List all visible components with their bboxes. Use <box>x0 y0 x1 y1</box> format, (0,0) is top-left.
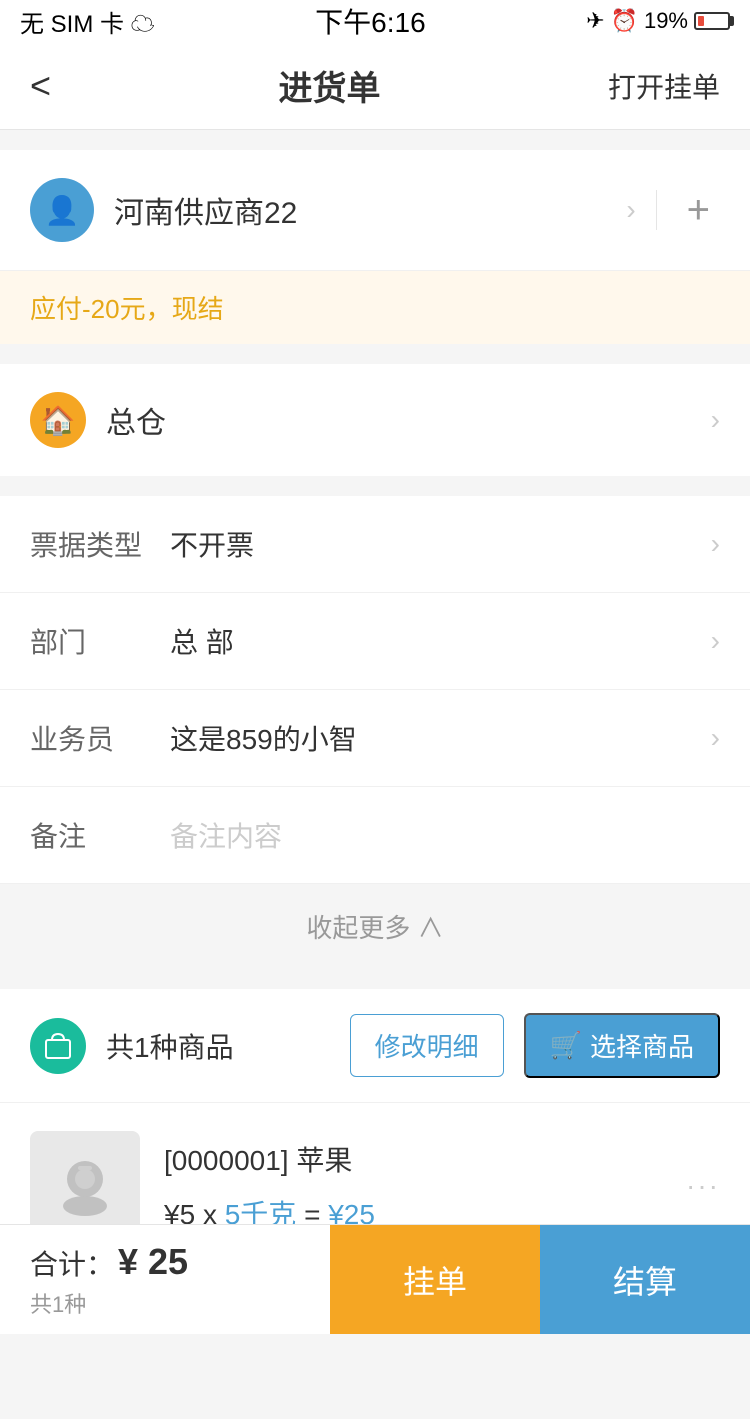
total-row: 合计： ¥ 25 <box>30 1241 300 1283</box>
sim-signal: 无 SIM 卡 ☁ <box>20 4 155 39</box>
chevron-right-icon-3: › <box>711 528 720 560</box>
remark-row[interactable]: 备注 备注内容 <box>0 787 750 884</box>
products-count: 共1种商品 <box>106 1026 350 1066</box>
ticket-type-label: 票据类型 <box>30 524 150 564</box>
status-left: 无 SIM 卡 ☁ <box>20 4 155 39</box>
total-label: 合计： <box>30 1243 114 1283</box>
suspend-button[interactable]: 挂单 <box>330 1225 540 1334</box>
collapse-label: 收起更多 ∧ <box>306 913 443 943</box>
dept-label: 部门 <box>30 621 150 661</box>
total-section: 合计： ¥ 25 共1种 <box>0 1225 330 1334</box>
dept-row[interactable]: 部门 总 部 › <box>0 593 750 690</box>
section-gap-1 <box>0 130 750 150</box>
suspend-label: 挂单 <box>403 1257 467 1303</box>
back-button[interactable]: < <box>30 65 51 107</box>
total-amount: ¥ 25 <box>118 1241 188 1283</box>
supplier-avatar: 👤 <box>30 178 94 242</box>
modify-detail-button[interactable]: 修改明细 <box>350 1014 504 1077</box>
cart-icon: 🛒 <box>550 1030 582 1061</box>
chevron-right-icon-2: › <box>711 404 720 436</box>
ticket-type-row[interactable]: 票据类型 不开票 › <box>0 496 750 593</box>
warehouse-row[interactable]: 🏠 总仓 › <box>0 364 750 476</box>
products-icon <box>30 1018 86 1074</box>
nav-bar: < 进货单 打开挂单 <box>0 42 750 130</box>
status-time: 下午6:16 <box>315 1 426 41</box>
select-product-label: 选择商品 <box>590 1027 694 1064</box>
form-card: 票据类型 不开票 › 部门 总 部 › 业务员 这是859的小智 › 备注 备注… <box>0 496 750 884</box>
chevron-right-icon-5: › <box>711 722 720 754</box>
dept-value: 总 部 <box>170 621 711 661</box>
product-title: 苹果 <box>296 1145 352 1176</box>
more-options-button[interactable]: ··· <box>686 1170 720 1202</box>
supplier-card: 👤 河南供应商22 › + 应付-20元，现结 <box>0 150 750 344</box>
status-bar: 无 SIM 卡 ☁ 下午6:16 ✈ ⏰ 19% <box>0 0 750 42</box>
section-gap-3 <box>0 476 750 496</box>
warehouse-card: 🏠 总仓 › <box>0 364 750 476</box>
product-name: [0000001] 苹果 <box>164 1139 662 1179</box>
section-gap-2 <box>0 344 750 364</box>
chevron-right-icon: › <box>626 194 635 226</box>
select-product-button[interactable]: 🛒 选择商品 <box>524 1013 720 1078</box>
location-icon: ✈ <box>586 8 604 34</box>
warehouse-icon: 🏠 <box>30 392 86 448</box>
battery-percent: 19% <box>644 8 688 34</box>
alarm-icon: ⏰ <box>611 8 638 34</box>
add-supplier-button[interactable]: + <box>677 188 720 233</box>
page-title: 进货单 <box>279 61 381 110</box>
chevron-right-icon-4: › <box>711 625 720 657</box>
avatar-icon: 👤 <box>45 194 80 227</box>
warehouse-name: 总仓 <box>106 398 711 442</box>
sales-row[interactable]: 业务员 这是859的小智 › <box>0 690 750 787</box>
bottom-bar: 合计： ¥ 25 共1种 挂单 结算 <box>0 1224 750 1334</box>
remark-input[interactable]: 备注内容 <box>170 815 720 855</box>
collapse-row[interactable]: 收起更多 ∧ <box>0 884 750 969</box>
checkout-label: 结算 <box>613 1257 677 1303</box>
products-header: 共1种商品 修改明细 🛒 选择商品 <box>0 989 750 1103</box>
open-pending-button[interactable]: 打开挂单 <box>608 66 720 106</box>
product-code: [0000001] <box>164 1145 289 1176</box>
supplier-name: 河南供应商22 <box>114 188 626 232</box>
ticket-type-value: 不开票 <box>170 524 711 564</box>
sales-label: 业务员 <box>30 718 150 758</box>
remark-label: 备注 <box>30 815 150 855</box>
status-right: ✈ ⏰ 19% <box>586 8 730 34</box>
battery-icon <box>694 12 730 30</box>
notice-bar: 应付-20元，现结 <box>0 271 750 344</box>
supplier-row[interactable]: 👤 河南供应商22 › + <box>0 150 750 271</box>
product-info: [0000001] 苹果 ¥5 x 5千克 = ¥25 <box>164 1139 662 1233</box>
sales-value: 这是859的小智 <box>170 718 711 758</box>
total-count: 共1种 <box>30 1287 300 1319</box>
section-gap-4 <box>0 969 750 989</box>
vertical-divider <box>656 190 657 230</box>
checkout-button[interactable]: 结算 <box>540 1225 750 1334</box>
